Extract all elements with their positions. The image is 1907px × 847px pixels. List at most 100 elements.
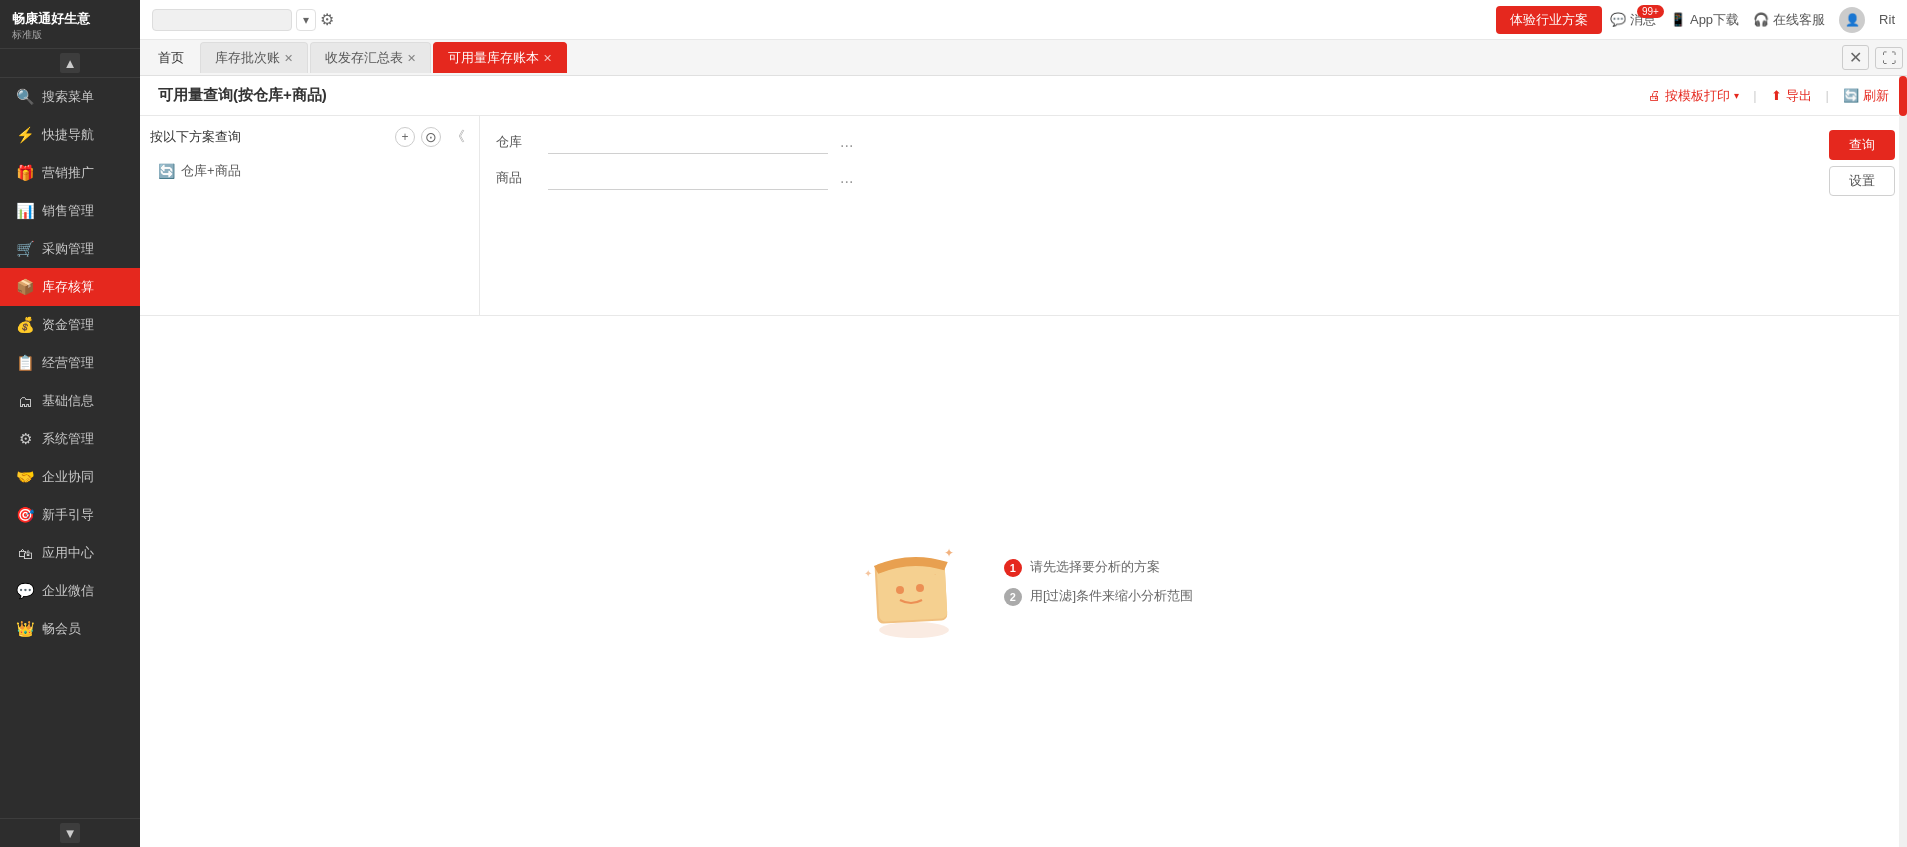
wechat-icon: 💬 — [16, 582, 34, 600]
scheme-panel: 按以下方案查询 + ⊙ 《 🔄 仓库+商品 — [140, 116, 480, 315]
product-more-btn[interactable]: ... — [840, 169, 853, 187]
setting-btn[interactable]: 设置 — [1829, 166, 1895, 196]
filter-area: 仓库 ... 商品 ... — [480, 116, 1829, 315]
sidebar-item-appstore[interactable]: 🛍 应用中心 — [0, 534, 140, 572]
export-btn[interactable]: ⬆ 导出 — [1771, 87, 1812, 105]
tab-expand-btn[interactable]: ⛶ — [1875, 47, 1903, 69]
product-input[interactable] — [548, 166, 828, 190]
sidebar-item-enterprise[interactable]: 🤝 企业协同 — [0, 458, 140, 496]
tip2: 2 用[过滤]条件来缩小分析范围 — [1004, 587, 1193, 606]
sidebar-item-shortcut[interactable]: ⚡ 快捷导航 — [0, 116, 140, 154]
svg-point-4 — [916, 584, 924, 592]
sidebar-item-guide[interactable]: 🎯 新手引导 — [0, 496, 140, 534]
message-icon: 💬 — [1610, 12, 1626, 27]
topbar-right: 💬 消息 99+ 📱 App下载 🎧 在线客服 👤 Rit — [1610, 7, 1895, 33]
refresh-btn[interactable]: 🔄 刷新 — [1843, 87, 1889, 105]
app-download-btn[interactable]: 📱 App下载 — [1670, 11, 1739, 29]
sidebar-item-basic[interactable]: 🗂 基础信息 — [0, 382, 140, 420]
print-icon: 🖨 — [1648, 88, 1661, 103]
purchase-icon: 🛒 — [16, 240, 34, 258]
sidebar-item-marketing[interactable]: 🎁 营销推广 — [0, 154, 140, 192]
sidebar-item-wechat[interactable]: 💬 企业微信 — [0, 572, 140, 610]
scheme-item-icon: 🔄 — [158, 163, 175, 179]
export-icon: ⬆ — [1771, 88, 1782, 103]
sales-icon: 📊 — [16, 202, 34, 220]
phone-icon: 📱 — [1670, 12, 1686, 27]
user-avatar[interactable]: 👤 — [1839, 7, 1865, 33]
sidebar-item-search[interactable]: 🔍 搜索菜单 — [0, 78, 140, 116]
empty-illustration: ✦ ✦ · — [854, 522, 974, 642]
version-tag: 标准版 — [12, 28, 128, 42]
sidebar-item-operation[interactable]: 📋 经营管理 — [0, 344, 140, 382]
svg-text:·: · — [934, 570, 936, 579]
warehouse-input[interactable] — [548, 130, 828, 154]
main-body: ✦ ✦ · 1 请先选择要分析的方案 2 用[过滤]条件来缩小分析范围 — [140, 316, 1907, 847]
tab-close-available-ledger[interactable]: ✕ — [543, 52, 552, 65]
topbar-dropdown-btn[interactable]: ▾ — [296, 9, 316, 31]
scheme-setting-btn[interactable]: ⊙ — [421, 127, 441, 147]
empty-tips: 1 请先选择要分析的方案 2 用[过滤]条件来缩小分析范围 — [1004, 558, 1193, 606]
warehouse-label: 仓库 — [496, 133, 536, 151]
filter-container: 仓库 ... 商品 ... — [480, 116, 1829, 315]
scheme-item-warehouse-product[interactable]: 🔄 仓库+商品 — [150, 156, 469, 186]
empty-state: ✦ ✦ · 1 请先选择要分析的方案 2 用[过滤]条件来缩小分析范围 — [854, 522, 1193, 642]
headset-icon: 🎧 — [1753, 12, 1769, 27]
divider1: | — [1753, 88, 1756, 103]
message-btn[interactable]: 💬 消息 99+ — [1610, 11, 1656, 29]
basic-icon: 🗂 — [16, 393, 34, 410]
scheme-add-btn[interactable]: + — [395, 127, 415, 147]
divider2: | — [1826, 88, 1829, 103]
sidebar-scroll-down[interactable]: ▼ — [60, 823, 80, 843]
appstore-icon: 🛍 — [16, 545, 34, 562]
tab-close-all-btn[interactable]: ✕ — [1842, 45, 1869, 70]
svg-text:✦: ✦ — [864, 568, 872, 579]
action-buttons: 查询 设置 — [1829, 116, 1907, 315]
tip2-text: 用[过滤]条件来缩小分析范围 — [1030, 587, 1193, 605]
query-btn[interactable]: 查询 — [1829, 130, 1895, 160]
page-title: 可用量查询(按仓库+商品) — [158, 86, 327, 105]
tab-batch-ledger[interactable]: 库存批次账 ✕ — [200, 42, 308, 73]
system-icon: ⚙ — [16, 430, 34, 448]
empty-svg: ✦ ✦ · — [854, 522, 974, 642]
topbar-gear-btn[interactable]: ⚙ — [320, 10, 334, 29]
tab-inventory-summary[interactable]: 收发存汇总表 ✕ — [310, 42, 431, 73]
sidebar-scroll-up[interactable]: ▲ — [60, 53, 80, 73]
search-icon: 🔍 — [16, 88, 34, 106]
topbar-search-input[interactable] — [152, 9, 292, 31]
sidebar-item-system[interactable]: ⚙ 系统管理 — [0, 420, 140, 458]
sidebar-menu: 🔍 搜索菜单 ⚡ 快捷导航 🎁 营销推广 📊 销售管理 🛒 采购管理 📦 库存核… — [0, 78, 140, 818]
sidebar-item-inventory[interactable]: 📦 库存核算 — [0, 268, 140, 306]
tab-close-inventory-summary[interactable]: ✕ — [407, 52, 416, 65]
topbar-breadcrumb: ▾ ⚙ — [152, 9, 1488, 31]
tip1-text: 请先选择要分析的方案 — [1030, 558, 1160, 576]
sidebar-item-purchase[interactable]: 🛒 采购管理 — [0, 230, 140, 268]
username[interactable]: Rit — [1879, 12, 1895, 27]
print-btn[interactable]: 🖨 按模板打印 ▾ — [1648, 87, 1739, 105]
scheme-collapse-btn[interactable]: 《 — [447, 126, 469, 148]
tab-home[interactable]: 首页 — [144, 43, 198, 73]
marketing-icon: 🎁 — [16, 164, 34, 182]
sidebar-item-finance[interactable]: 💰 资金管理 — [0, 306, 140, 344]
scheme-header: 按以下方案查询 + ⊙ 《 — [150, 126, 469, 148]
trial-btn[interactable]: 体验行业方案 — [1496, 6, 1602, 34]
member-icon: 👑 — [16, 620, 34, 638]
tab-available-ledger[interactable]: 可用量库存账本 ✕ — [433, 42, 567, 73]
right-scrollbar[interactable] — [1899, 76, 1907, 847]
svg-point-3 — [896, 586, 904, 594]
scheme-header-title: 按以下方案查询 — [150, 128, 389, 146]
query-panel: 按以下方案查询 + ⊙ 《 🔄 仓库+商品 仓库 ... — [140, 116, 1907, 316]
warehouse-more-btn[interactable]: ... — [840, 133, 853, 151]
tabbar-right: ✕ ⛶ — [1842, 45, 1903, 70]
service-btn[interactable]: 🎧 在线客服 — [1753, 11, 1825, 29]
shortcut-icon: ⚡ — [16, 126, 34, 144]
sidebar-item-member[interactable]: 👑 畅会员 — [0, 610, 140, 648]
sidebar-item-sales[interactable]: 📊 销售管理 — [0, 192, 140, 230]
sidebar-header: 畅康通好生意 标准版 — [0, 0, 140, 49]
right-scrollbar-thumb — [1899, 76, 1907, 116]
tab-close-batch-ledger[interactable]: ✕ — [284, 52, 293, 65]
filter-row-product: 商品 ... — [496, 166, 1813, 190]
tip2-num: 2 — [1004, 588, 1022, 606]
print-dropdown-icon: ▾ — [1734, 90, 1739, 101]
enterprise-icon: 🤝 — [16, 468, 34, 486]
page-header-actions: 🖨 按模板打印 ▾ | ⬆ 导出 | 🔄 刷新 — [1648, 87, 1889, 105]
